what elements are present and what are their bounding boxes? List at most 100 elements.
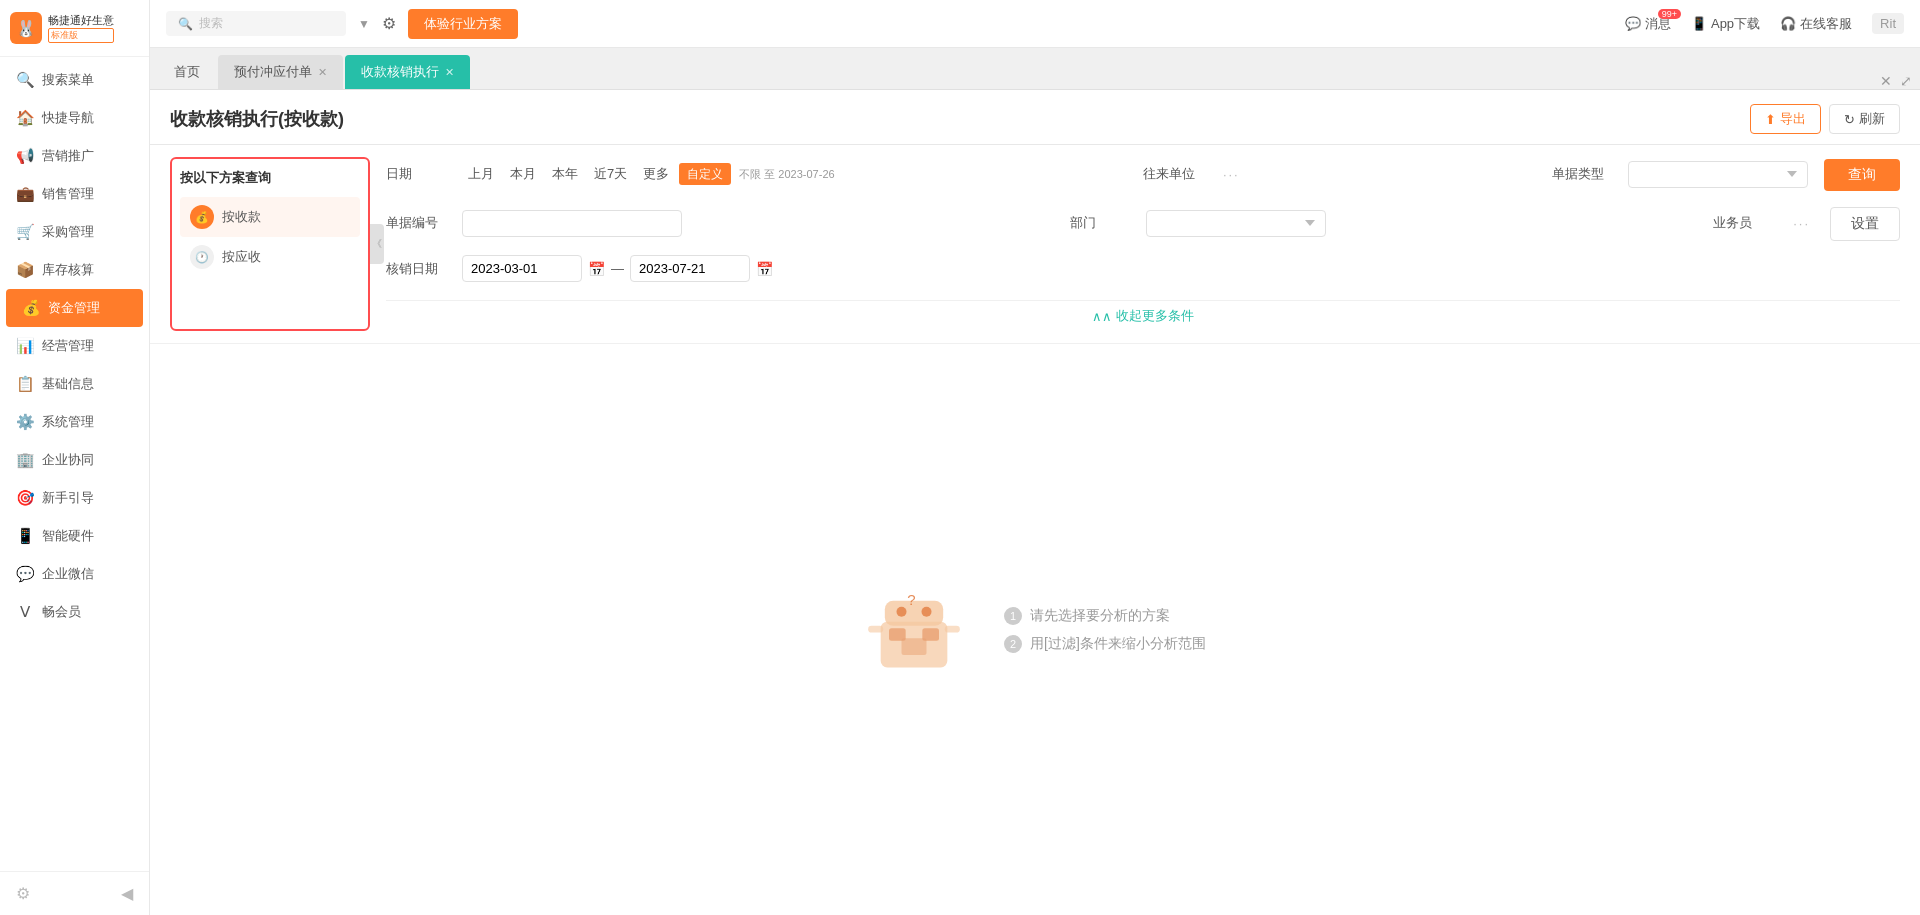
- sidebar-footer: ⚙ ◀: [0, 871, 149, 915]
- member-icon: Ⅴ: [16, 603, 34, 621]
- filter-option-by-receipt[interactable]: 💰 按收款: [180, 197, 360, 237]
- date-btn-last-7-days[interactable]: 近7天: [588, 163, 633, 185]
- sidebar-item-guide[interactable]: 🎯 新手引导: [0, 479, 149, 517]
- date-separator: —: [611, 261, 624, 276]
- tab-receipt-offset[interactable]: 收款核销执行 ✕: [345, 55, 470, 89]
- topbar-right: 💬 消息 99+ 📱 App下载 🎧 在线客服 Rit: [1625, 13, 1904, 34]
- message-icon: 💬: [1625, 16, 1641, 31]
- tip-num-1: 1: [1004, 607, 1022, 625]
- by-receipt-icon: 💰: [190, 205, 214, 229]
- sidebar-settings-icon[interactable]: ⚙: [16, 884, 30, 903]
- sidebar-item-basic-info[interactable]: 📋 基础信息: [0, 365, 149, 403]
- sidebar-item-label: 资金管理: [48, 299, 100, 317]
- service-label: 在线客服: [1800, 15, 1852, 33]
- filter-option-by-receivable[interactable]: 🕐 按应收: [180, 237, 360, 277]
- verify-date-start[interactable]: [462, 255, 582, 282]
- empty-content: ? 1 请先选择要分析的方案 2 用[过滤]条件来缩小分析范围: [864, 580, 1206, 680]
- service-icon: 🎧: [1780, 16, 1796, 31]
- topbar-gear-icon[interactable]: ⚙: [382, 14, 396, 33]
- topbar-search[interactable]: 🔍 搜索: [166, 11, 346, 36]
- refresh-button[interactable]: ↻ 刷新: [1829, 104, 1900, 134]
- export-button[interactable]: ⬆ 导出: [1750, 104, 1821, 134]
- sidebar-item-purchase[interactable]: 🛒 采购管理: [0, 213, 149, 251]
- sidebar-item-enterprise[interactable]: 🏢 企业协同: [0, 441, 149, 479]
- solution-button[interactable]: 体验行业方案: [408, 9, 518, 39]
- search-placeholder: 搜索: [199, 15, 223, 32]
- topbar-app-download[interactable]: 📱 App下载: [1691, 15, 1760, 33]
- user-name: Rit: [1880, 16, 1896, 31]
- doc-type-label: 单据类型: [1552, 165, 1612, 183]
- page-title: 收款核销执行(按收款): [170, 107, 344, 131]
- purchase-icon: 🛒: [16, 223, 34, 241]
- page-header: 收款核销执行(按收款) ⬆ 导出 ↻ 刷新: [150, 90, 1920, 145]
- doc-no-input[interactable]: [462, 210, 682, 237]
- doc-no-label: 单据编号: [386, 214, 446, 232]
- tab-prepay-label: 预付冲应付单: [234, 63, 312, 81]
- sidebar-item-inventory[interactable]: 📦 库存核算: [0, 251, 149, 289]
- empty-tip-2: 2 用[过滤]条件来缩小分析范围: [1004, 635, 1206, 653]
- staff-dots: ···: [1793, 216, 1810, 231]
- empty-state: ? 1 请先选择要分析的方案 2 用[过滤]条件来缩小分析范围: [150, 344, 1920, 915]
- empty-tip-1: 1 请先选择要分析的方案: [1004, 607, 1206, 625]
- tab-close-all-icon[interactable]: ✕: [1880, 73, 1892, 89]
- topbar-service[interactable]: 🎧 在线客服: [1780, 15, 1852, 33]
- sidebar-item-marketing[interactable]: 📢 营销推广: [0, 137, 149, 175]
- date-row: 上月 本月 本年 近7天 更多 自定义 不限 至 2023-07-26: [462, 163, 835, 185]
- basic-info-icon: 📋: [16, 375, 34, 393]
- sidebar-item-hardware[interactable]: 📱 智能硬件: [0, 517, 149, 555]
- sales-icon: 💼: [16, 185, 34, 203]
- sidebar-item-wechat[interactable]: 💬 企业微信: [0, 555, 149, 593]
- date-btn-custom[interactable]: 自定义: [679, 163, 731, 185]
- sidebar-nav: 🔍 搜索菜单 🏠 快捷导航 📢 营销推广 💼 销售管理 🛒 采购管理 📦 库存核…: [0, 57, 149, 871]
- topbar-user[interactable]: Rit: [1872, 13, 1904, 34]
- tab-receipt-close-icon[interactable]: ✕: [445, 66, 454, 79]
- collapse-up-icon: ∧∧: [1092, 309, 1112, 324]
- dept-select[interactable]: [1146, 210, 1326, 237]
- date-btn-this-month[interactable]: 本月: [504, 163, 542, 185]
- date-btn-last-month[interactable]: 上月: [462, 163, 500, 185]
- tip-num-2: 2: [1004, 635, 1022, 653]
- tip-text-1: 请先选择要分析的方案: [1030, 607, 1170, 625]
- doc-type-select[interactable]: [1628, 161, 1808, 188]
- sidebar-item-finance[interactable]: 💰 资金管理: [6, 289, 143, 327]
- tab-home[interactable]: 首页: [158, 55, 216, 89]
- setting-button[interactable]: 设置: [1830, 207, 1900, 241]
- topbar-arrow-icon[interactable]: ▼: [358, 17, 370, 31]
- app-label: App下载: [1711, 15, 1760, 33]
- sidebar-item-system[interactable]: ⚙️ 系统管理: [0, 403, 149, 441]
- sidebar-item-label: 库存核算: [42, 261, 94, 279]
- tab-fullscreen-icon[interactable]: ⤢: [1900, 73, 1912, 89]
- sidebar-item-quick-nav[interactable]: 🏠 快捷导航: [0, 99, 149, 137]
- collapse-more-btn[interactable]: ∧∧ 收起更多条件: [386, 300, 1900, 331]
- tab-home-label: 首页: [174, 63, 200, 81]
- verify-date-group: 📅 — 📅: [462, 255, 773, 282]
- sidebar-item-label: 基础信息: [42, 375, 94, 393]
- message-badge: 99+: [1658, 9, 1681, 19]
- app-icon: 📱: [1691, 16, 1707, 31]
- end-cal-icon[interactable]: 📅: [756, 261, 773, 277]
- topbar-message[interactable]: 💬 消息 99+: [1625, 15, 1671, 33]
- export-icon: ⬆: [1765, 112, 1776, 127]
- svg-rect-3: [902, 638, 927, 655]
- query-button[interactable]: 查询: [1824, 159, 1900, 191]
- verify-date-end[interactable]: [630, 255, 750, 282]
- sidebar-item-label: 新手引导: [42, 489, 94, 507]
- sidebar-item-label: 畅会员: [42, 603, 81, 621]
- sidebar-item-sales[interactable]: 💼 销售管理: [0, 175, 149, 213]
- date-btn-more[interactable]: 更多: [637, 163, 675, 185]
- sidebar: 🐰 畅捷通好生意 标准版 🔍 搜索菜单 🏠 快捷导航 📢 营销推广 💼 销售管理…: [0, 0, 150, 915]
- filter-sidebar: 按以下方案查询 💰 按收款 🕐 按应收 《: [170, 157, 370, 331]
- sidebar-collapse-icon[interactable]: ◀: [121, 884, 133, 903]
- sidebar-item-label: 企业微信: [42, 565, 94, 583]
- sidebar-item-operations[interactable]: 📊 经营管理: [0, 327, 149, 365]
- date-btn-this-year[interactable]: 本年: [546, 163, 584, 185]
- sidebar-item-member[interactable]: Ⅴ 畅会员: [0, 593, 149, 631]
- tab-prepay-close-icon[interactable]: ✕: [318, 66, 327, 79]
- refresh-icon: ↻: [1844, 112, 1855, 127]
- tab-prepay-offset[interactable]: 预付冲应付单 ✕: [218, 55, 343, 89]
- svg-point-5: [897, 606, 907, 616]
- filter-row-1: 日期 上月 本月 本年 近7天 更多 自定义 不限 至 2023-07-26: [386, 157, 1900, 191]
- sidebar-item-search[interactable]: 🔍 搜索菜单: [0, 61, 149, 99]
- start-cal-icon[interactable]: 📅: [588, 261, 605, 277]
- filter-sidebar-collapse-btn[interactable]: 《: [370, 224, 384, 264]
